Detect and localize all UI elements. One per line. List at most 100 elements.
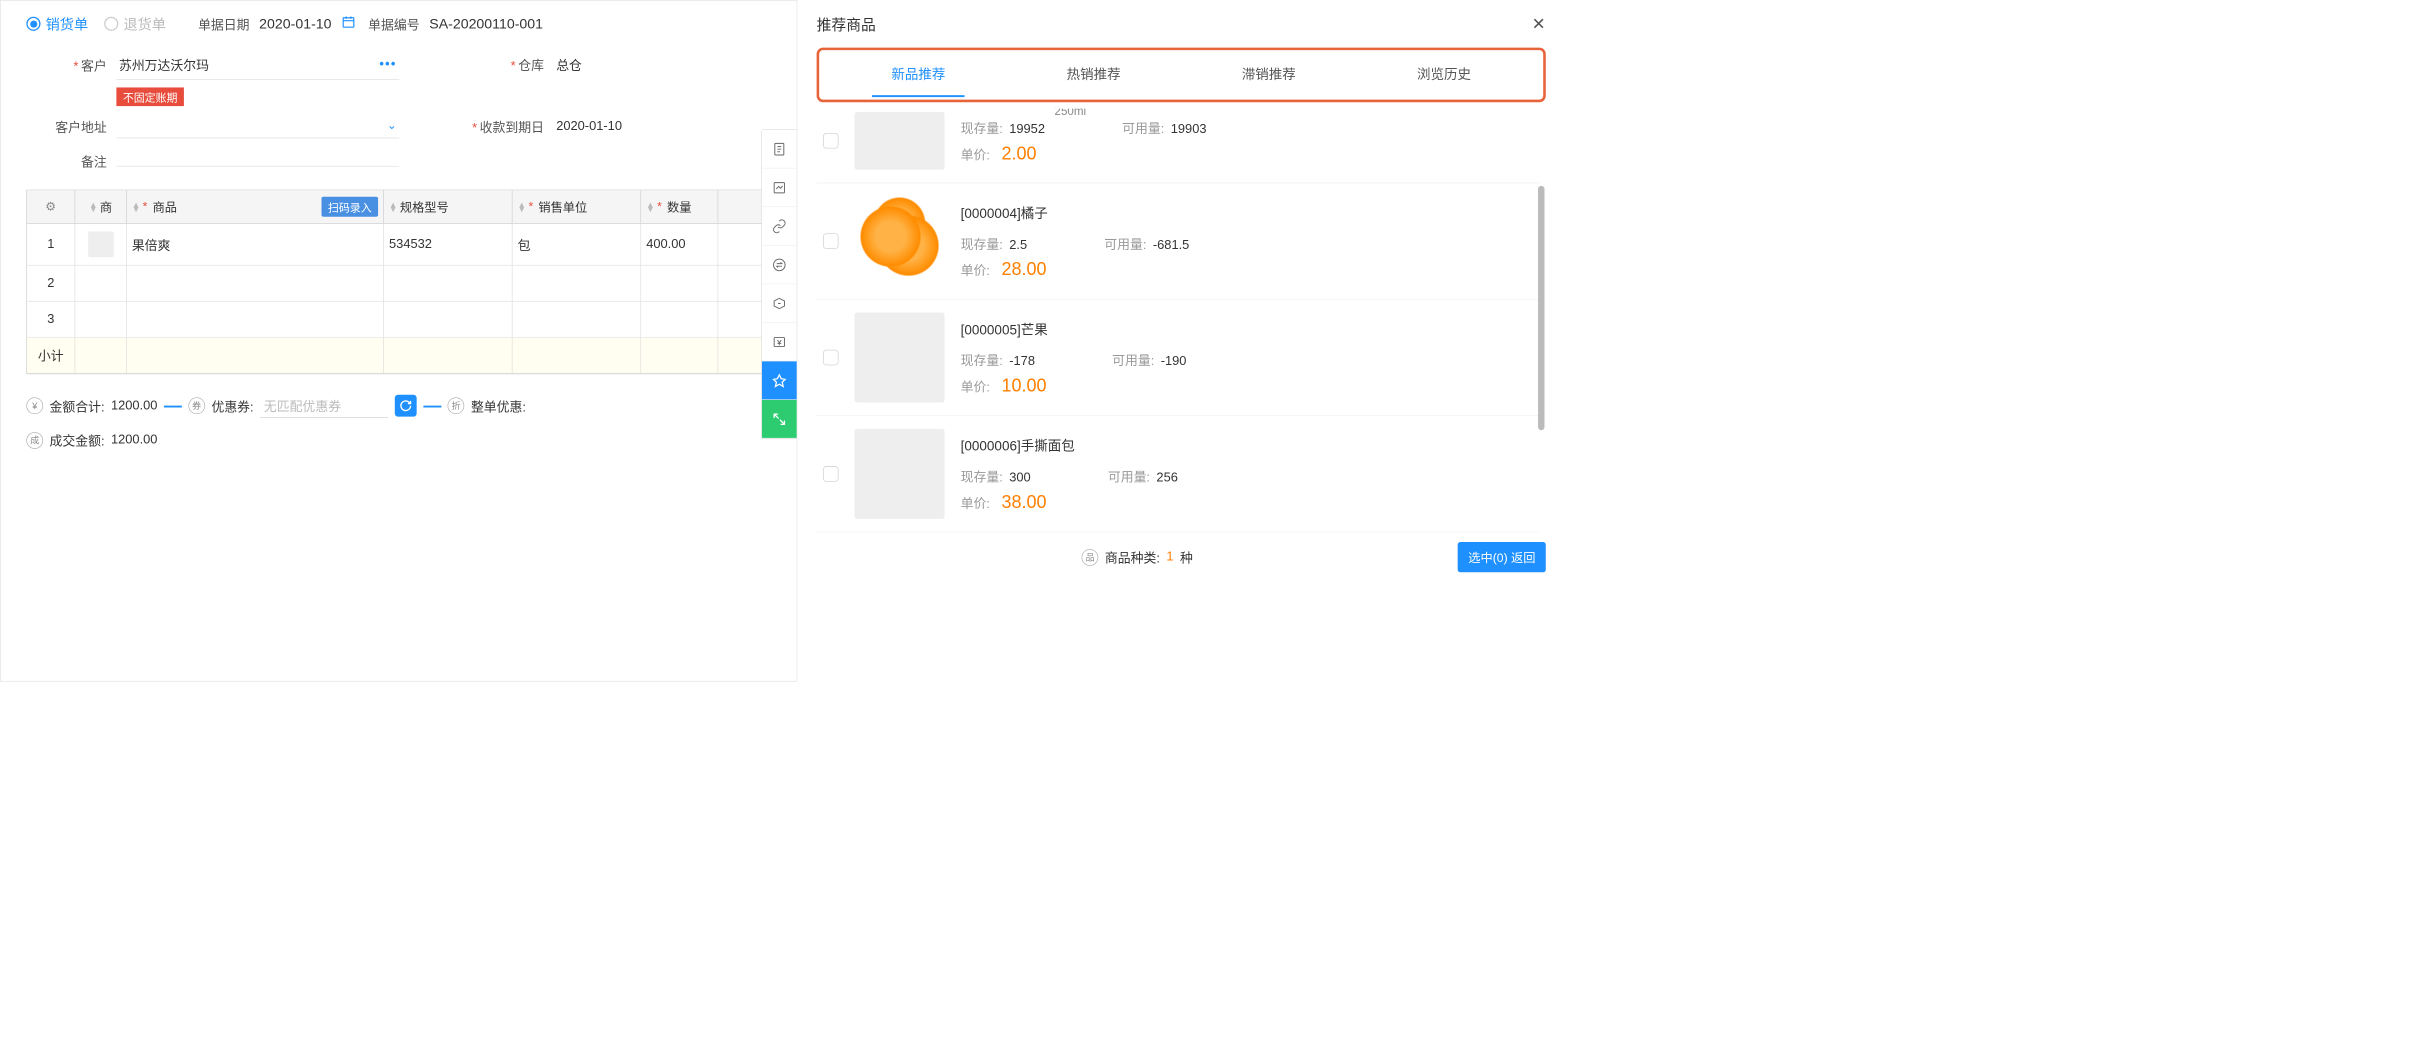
doc-no-value: SA-20200110-001 (429, 15, 543, 32)
col-spec: 规格型号 (400, 198, 449, 215)
col-product: 商品 (153, 198, 177, 215)
available-label: 可用量: (1112, 354, 1154, 368)
dash-icon: — (423, 395, 441, 416)
cell-qty[interactable]: 400.00 (641, 224, 718, 265)
swap-icon[interactable] (762, 246, 797, 285)
partial-product-text: 250ml (1055, 109, 1087, 119)
product-item[interactable]: [0000005]芒果 现存量:-178 可用量:-190 单价:10.00 (817, 300, 1540, 416)
tab-slow-products[interactable]: 滞销推荐 (1223, 53, 1316, 97)
doc-date-value[interactable]: 2020-01-10 (259, 15, 331, 32)
customer-value: 苏州万达沃尔玛 (119, 55, 209, 74)
doc-date-label: 单据日期 (198, 14, 249, 33)
radio-return-order[interactable]: 退货单 (104, 14, 166, 35)
sort-icon[interactable]: ▲▼ (518, 202, 526, 211)
warehouse-value: 总仓 (556, 55, 582, 74)
sort-icon[interactable]: ▲▼ (89, 202, 97, 211)
address-input[interactable]: ⌄ (116, 114, 399, 138)
link-icon[interactable] (762, 207, 797, 246)
col-unit: 销售单位 (538, 198, 587, 215)
price-value: 28.00 (1002, 259, 1047, 279)
close-icon[interactable]: ✕ (1532, 14, 1546, 34)
duedate-label: 收款到期日 (480, 121, 544, 135)
remark-input[interactable] (116, 156, 399, 167)
expand-icon[interactable] (762, 400, 797, 439)
table-row[interactable]: 1 果倍爽 534532 包 400.00 (27, 224, 790, 266)
customer-input[interactable]: 苏州万达沃尔玛 ••• (116, 50, 399, 80)
sort-icon[interactable]: ▲▼ (132, 202, 140, 211)
tab-new-products[interactable]: 新品推荐 (872, 53, 965, 97)
cell-unit[interactable]: 包 (512, 224, 641, 265)
gear-icon[interactable]: ⚙ (45, 199, 56, 214)
product-thumbnail (88, 231, 114, 257)
deal-value: 1200.00 (111, 433, 157, 448)
account-period-tag: 不固定账期 (116, 87, 184, 106)
product-item[interactable]: [0000004]橘子 现存量:2.5 可用量:-681.5 单价:28.00 (817, 183, 1540, 299)
kind-icon: 品 (1082, 549, 1099, 566)
duedate-value: 2020-01-10 (556, 119, 622, 134)
kind-label: 商品种类: (1105, 548, 1160, 567)
cell-spec[interactable]: 534532 (384, 224, 513, 265)
product-list[interactable]: 250ml 现存量: 19952 可用量: 19903 单价: 2.00 [00000… (817, 109, 1546, 533)
sort-icon[interactable]: ▲▼ (646, 202, 654, 211)
row-index: 3 (27, 302, 75, 337)
radio-sales-order[interactable]: 销货单 (26, 14, 88, 35)
stock-value: 2.5 (1009, 238, 1027, 252)
product-checkbox[interactable] (823, 133, 838, 148)
product-item[interactable]: [0000006]手撕面包 现存量:300 可用量:256 单价:38.00 (817, 416, 1540, 532)
price-value: 2.00 (1002, 143, 1037, 163)
panel-title: 推荐商品 (817, 13, 876, 35)
available-value: 19903 (1171, 122, 1207, 136)
tab-browse-history[interactable]: 浏览历史 (1398, 53, 1491, 97)
table-row[interactable]: 3 (27, 302, 790, 338)
archive-icon[interactable] (762, 284, 797, 323)
product-image (855, 112, 945, 170)
calendar-icon[interactable] (341, 15, 355, 33)
product-checkbox[interactable] (823, 350, 838, 365)
tab-hot-products[interactable]: 热销推荐 (1047, 53, 1140, 97)
table-row[interactable]: 2 (27, 266, 790, 302)
whole-discount-label: 整单优惠: (471, 396, 526, 415)
row-index: 2 (27, 266, 75, 301)
price-label: 单价: (961, 264, 990, 278)
currency-icon[interactable] (762, 323, 797, 362)
chart-icon[interactable] (762, 168, 797, 207)
available-label: 可用量: (1122, 122, 1164, 136)
price-label: 单价: (961, 380, 990, 394)
radio-label: 销货单 (46, 14, 88, 35)
price-value: 38.00 (1002, 492, 1047, 512)
notes-icon[interactable] (762, 130, 797, 169)
product-image (855, 429, 945, 519)
subtotal-row: 小计 (27, 338, 790, 374)
product-title: [0000006]手撕面包 (961, 436, 1533, 455)
coupon-input[interactable]: 无匹配优惠券 (260, 394, 389, 418)
sync-button[interactable] (395, 395, 417, 417)
available-value: -190 (1161, 354, 1187, 368)
radio-label: 退货单 (123, 14, 165, 35)
warehouse-input[interactable]: 总仓 (554, 50, 837, 79)
col-qty: 数量 (667, 198, 691, 215)
more-icon[interactable]: ••• (379, 57, 396, 72)
sort-icon[interactable]: ▲▼ (389, 202, 397, 211)
scan-input-button[interactable]: 扫码录入 (322, 197, 379, 217)
price-label: 单价: (961, 497, 990, 511)
stock-label: 现存量: (961, 122, 1003, 136)
stock-value: -178 (1009, 354, 1035, 368)
available-value: -681.5 (1153, 238, 1189, 252)
sales-order-form: 销货单 退货单 单据日期 2020-01-10 单据编号 SA-20200110… (0, 0, 797, 682)
scrollbar-thumb[interactable] (1538, 186, 1544, 430)
radio-icon (104, 17, 118, 31)
doc-no-label: 单据编号 (368, 14, 419, 33)
chevron-down-icon[interactable]: ⌄ (387, 119, 397, 133)
product-item[interactable]: 现存量:19952 可用量:19903 单价:2.00 (817, 109, 1540, 184)
line-items-table: ⚙ ▲▼商 ▲▼*商品扫码录入 ▲▼规格型号 ▲▼*销售单位 ▲▼*数量 1 果… (26, 190, 790, 375)
dash-icon: — (164, 395, 182, 416)
recommendation-tabs-highlight: 新品推荐 热销推荐 滞销推荐 浏览历史 (817, 48, 1546, 103)
stock-value: 19952 (1009, 122, 1045, 136)
selected-return-button[interactable]: 选中(0) 返回 (1458, 542, 1546, 572)
product-checkbox[interactable] (823, 466, 838, 481)
col-pic: 商 (100, 198, 112, 215)
subtotal-label: 小计 (27, 338, 75, 373)
cell-product[interactable]: 果倍爽 (127, 224, 384, 265)
star-icon[interactable] (762, 361, 797, 400)
product-checkbox[interactable] (823, 233, 838, 248)
